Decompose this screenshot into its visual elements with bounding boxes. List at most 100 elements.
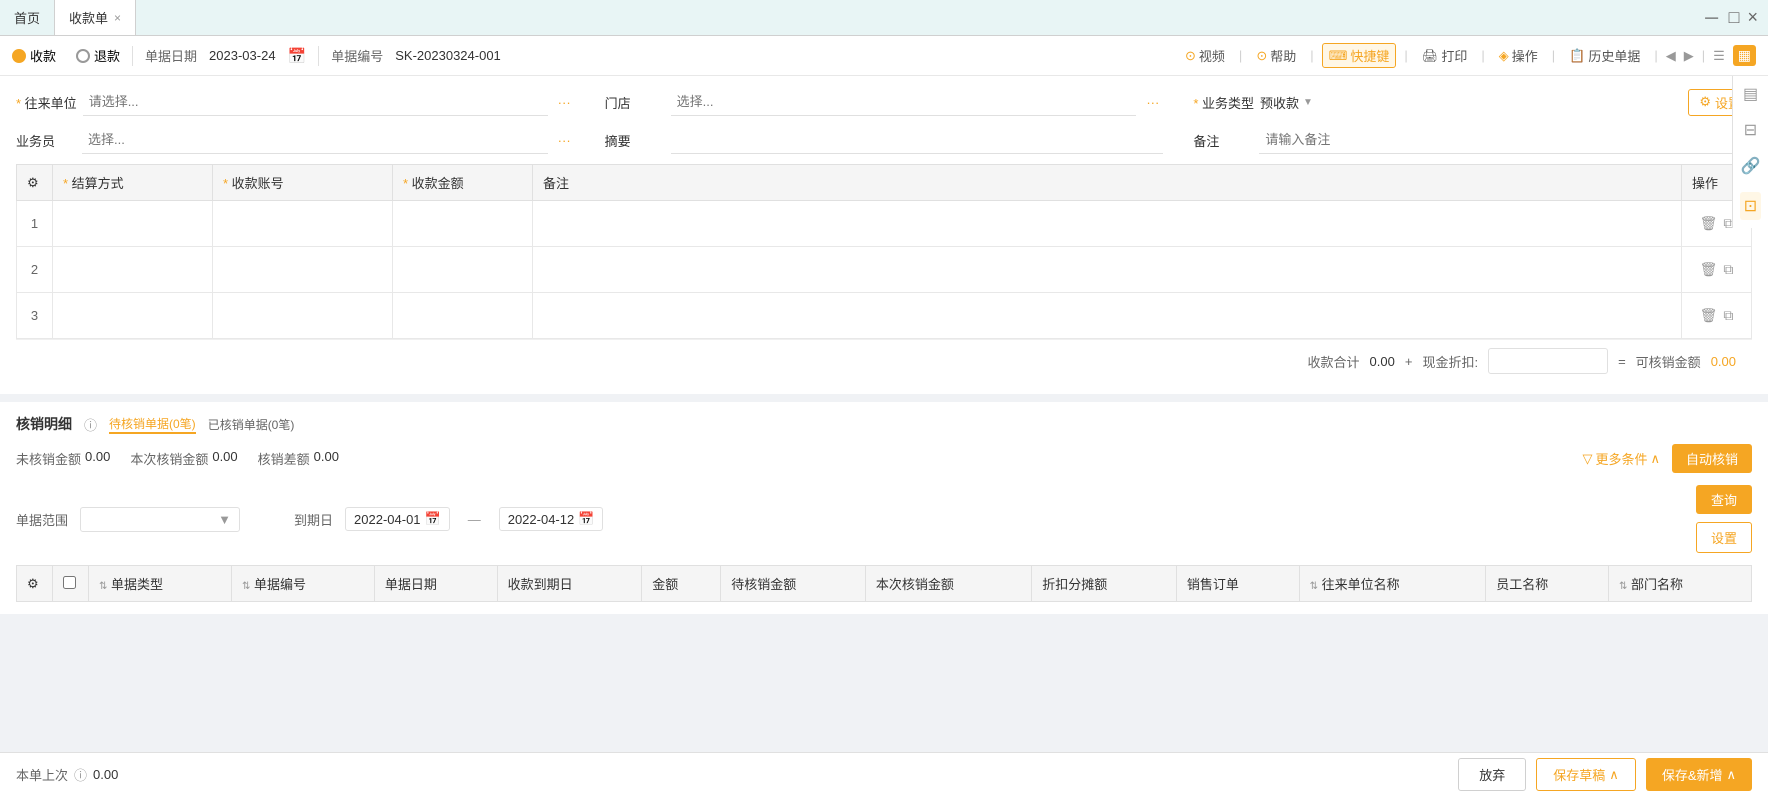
- discount-input[interactable]: [1488, 348, 1608, 374]
- auto-hx-btn[interactable]: 自动核销: [1672, 444, 1752, 473]
- staff-more-btn[interactable]: ···: [554, 133, 575, 148]
- row1-delete-icon[interactable]: 🗑: [1700, 215, 1718, 232]
- row2-copy-icon[interactable]: ⧉: [1723, 261, 1733, 278]
- nav-right-icon[interactable]: ▶: [1684, 48, 1694, 64]
- toolbar-divider-2: [318, 46, 319, 66]
- summary-row: 收款合计 0.00 + 现金折扣: = 可核销金额 0.00: [16, 339, 1752, 382]
- nav-left-icon[interactable]: ◀: [1666, 48, 1676, 64]
- radio-receipt[interactable]: 收款: [12, 46, 56, 65]
- window-close-icon[interactable]: ×: [1747, 7, 1758, 28]
- help-btn[interactable]: ⊙ 帮助: [1250, 44, 1302, 67]
- shortcut-btn[interactable]: ⌨ 快捷键: [1322, 43, 1397, 68]
- sidebar-list-icon[interactable]: ⊟: [1744, 120, 1757, 140]
- col-due-header: 收款到期日: [497, 566, 642, 602]
- row1-amount[interactable]: [393, 201, 533, 247]
- operation-btn[interactable]: ◈ 操作: [1493, 44, 1544, 67]
- summary-field: 摘要: [605, 126, 1164, 154]
- row2-account[interactable]: [213, 247, 393, 293]
- window-minimize-icon[interactable]: －: [1703, 5, 1721, 31]
- query-btn[interactable]: 查询: [1696, 485, 1752, 514]
- hx-pending-tab[interactable]: 待核销单据(0笔): [109, 415, 196, 434]
- history-icon: 📋: [1569, 48, 1585, 64]
- row2-settlement[interactable]: [53, 247, 213, 293]
- current-label: 本次核销金额: [130, 449, 208, 468]
- tab-close-icon[interactable]: ×: [114, 11, 121, 25]
- range-select[interactable]: ▼: [80, 507, 240, 532]
- business-type-field: 业务类型 预收款 ▼ ⚙ 设置: [1193, 89, 1752, 116]
- row3-remark[interactable]: [533, 293, 1682, 339]
- counterpart-more-btn[interactable]: ···: [554, 95, 575, 110]
- row3-delete-icon[interactable]: 🗑: [1700, 307, 1718, 324]
- footer-left: 本单上次 ⓘ 0.00: [16, 765, 118, 784]
- tab-receipt[interactable]: 收款单 ×: [54, 0, 136, 35]
- total-label: 收款合计: [1308, 352, 1360, 371]
- footer-right: 放弃 保存草稿 ∧ 保存&新增 ∧: [1458, 758, 1752, 791]
- hx-done-tab[interactable]: 已核销单据(0笔): [208, 416, 295, 433]
- row2-amount[interactable]: [393, 247, 533, 293]
- menu-icon[interactable]: ☰: [1713, 48, 1725, 64]
- form-row-1: 往来单位 ··· 门店 ··· 业务类型 预收款 ▼ ⚙: [16, 88, 1752, 116]
- print-btn[interactable]: 🖨 打印: [1416, 44, 1474, 67]
- store-input[interactable]: [671, 88, 1137, 116]
- bottom-table: ⚙ ⇅ 单据类型 ⇅ 单据编号 单据日期: [16, 565, 1752, 602]
- sort-icon-dept: ⇅: [1619, 581, 1627, 592]
- video-label: 视频: [1199, 46, 1225, 65]
- tab-home[interactable]: 首页: [0, 0, 54, 35]
- video-btn[interactable]: ⊙ 视频: [1179, 44, 1231, 67]
- row3-copy-icon[interactable]: ⧉: [1723, 307, 1733, 324]
- col-amount-label2: 金额: [652, 577, 678, 592]
- footer-last-value: 0.00: [93, 767, 118, 782]
- hx-info-icon[interactable]: ⓘ: [84, 415, 97, 434]
- row3-settlement[interactable]: [53, 293, 213, 339]
- radio-refund[interactable]: 退款: [76, 46, 120, 65]
- section-separator: [0, 394, 1768, 402]
- date-value: 2023-03-24: [209, 48, 276, 63]
- business-type-select[interactable]: 预收款 ▼: [1260, 93, 1313, 112]
- due-label: 到期日: [294, 510, 333, 529]
- more-filter-label: 更多条件: [1595, 449, 1647, 468]
- more-filter-btn[interactable]: ▽ 更多条件 ∧: [1582, 449, 1660, 468]
- save-new-btn[interactable]: 保存&新增 ∧: [1646, 758, 1752, 791]
- chevron-down-icon: ▼: [1303, 97, 1313, 108]
- col-remark-header: 备注: [533, 165, 1682, 201]
- history-btn[interactable]: 📋 历史单据: [1563, 44, 1646, 67]
- row3-account[interactable]: [213, 293, 393, 339]
- gear-icon-table: ⚙: [27, 175, 39, 190]
- col-date-header: 单据日期: [374, 566, 497, 602]
- calendar-icon[interactable]: 📅: [288, 47, 307, 65]
- row1-account[interactable]: [213, 201, 393, 247]
- sidebar-link-icon[interactable]: 🔗: [1741, 156, 1761, 176]
- row1-remark[interactable]: [533, 201, 1682, 247]
- table-gear-header[interactable]: ⚙: [17, 165, 53, 201]
- footer-info-icon[interactable]: ⓘ: [74, 765, 87, 784]
- col-discount-header: 折扣分摊额: [1032, 566, 1177, 602]
- row1-settlement[interactable]: [53, 201, 213, 247]
- date-to-picker[interactable]: 2022-04-12 📅: [499, 507, 604, 531]
- tab-bar: 首页 收款单 × － □ ×: [0, 0, 1768, 36]
- row3-amount[interactable]: [393, 293, 533, 339]
- counterpart-field: 往来单位 ···: [16, 88, 575, 116]
- gear-icon-settings: ⚙: [1699, 94, 1711, 110]
- hx-settings-btn[interactable]: 设置: [1696, 522, 1752, 553]
- date-from-picker[interactable]: 2022-04-01 📅: [345, 507, 450, 531]
- remark-input[interactable]: [1259, 126, 1752, 154]
- staff-label: 业务员: [16, 131, 76, 150]
- row2-remark[interactable]: [533, 247, 1682, 293]
- draft-btn[interactable]: 保存草稿 ∧: [1536, 758, 1636, 791]
- counterpart-input[interactable]: [83, 88, 548, 116]
- abandon-btn[interactable]: 放弃: [1458, 758, 1526, 791]
- window-restore-icon[interactable]: □: [1729, 7, 1740, 28]
- discount-label: 现金折扣:: [1422, 352, 1478, 371]
- sidebar-expand-icon[interactable]: ⊡: [1740, 192, 1761, 220]
- staff-input[interactable]: [82, 126, 548, 154]
- grid-icon[interactable]: ▦: [1733, 45, 1756, 66]
- col-account-label: 收款账号: [223, 176, 284, 191]
- sidebar-table-icon[interactable]: ▤: [1743, 84, 1758, 104]
- footer: 本单上次 ⓘ 0.00 放弃 保存草稿 ∧ 保存&新增 ∧: [0, 752, 1768, 796]
- store-more-btn[interactable]: ···: [1142, 95, 1163, 110]
- select-all-checkbox[interactable]: [63, 576, 76, 589]
- bottom-gear-header[interactable]: ⚙: [17, 566, 53, 602]
- summary-input[interactable]: [671, 126, 1164, 154]
- table-row: 3 🗑 ⧉: [17, 293, 1752, 339]
- row2-delete-icon[interactable]: 🗑: [1700, 261, 1718, 278]
